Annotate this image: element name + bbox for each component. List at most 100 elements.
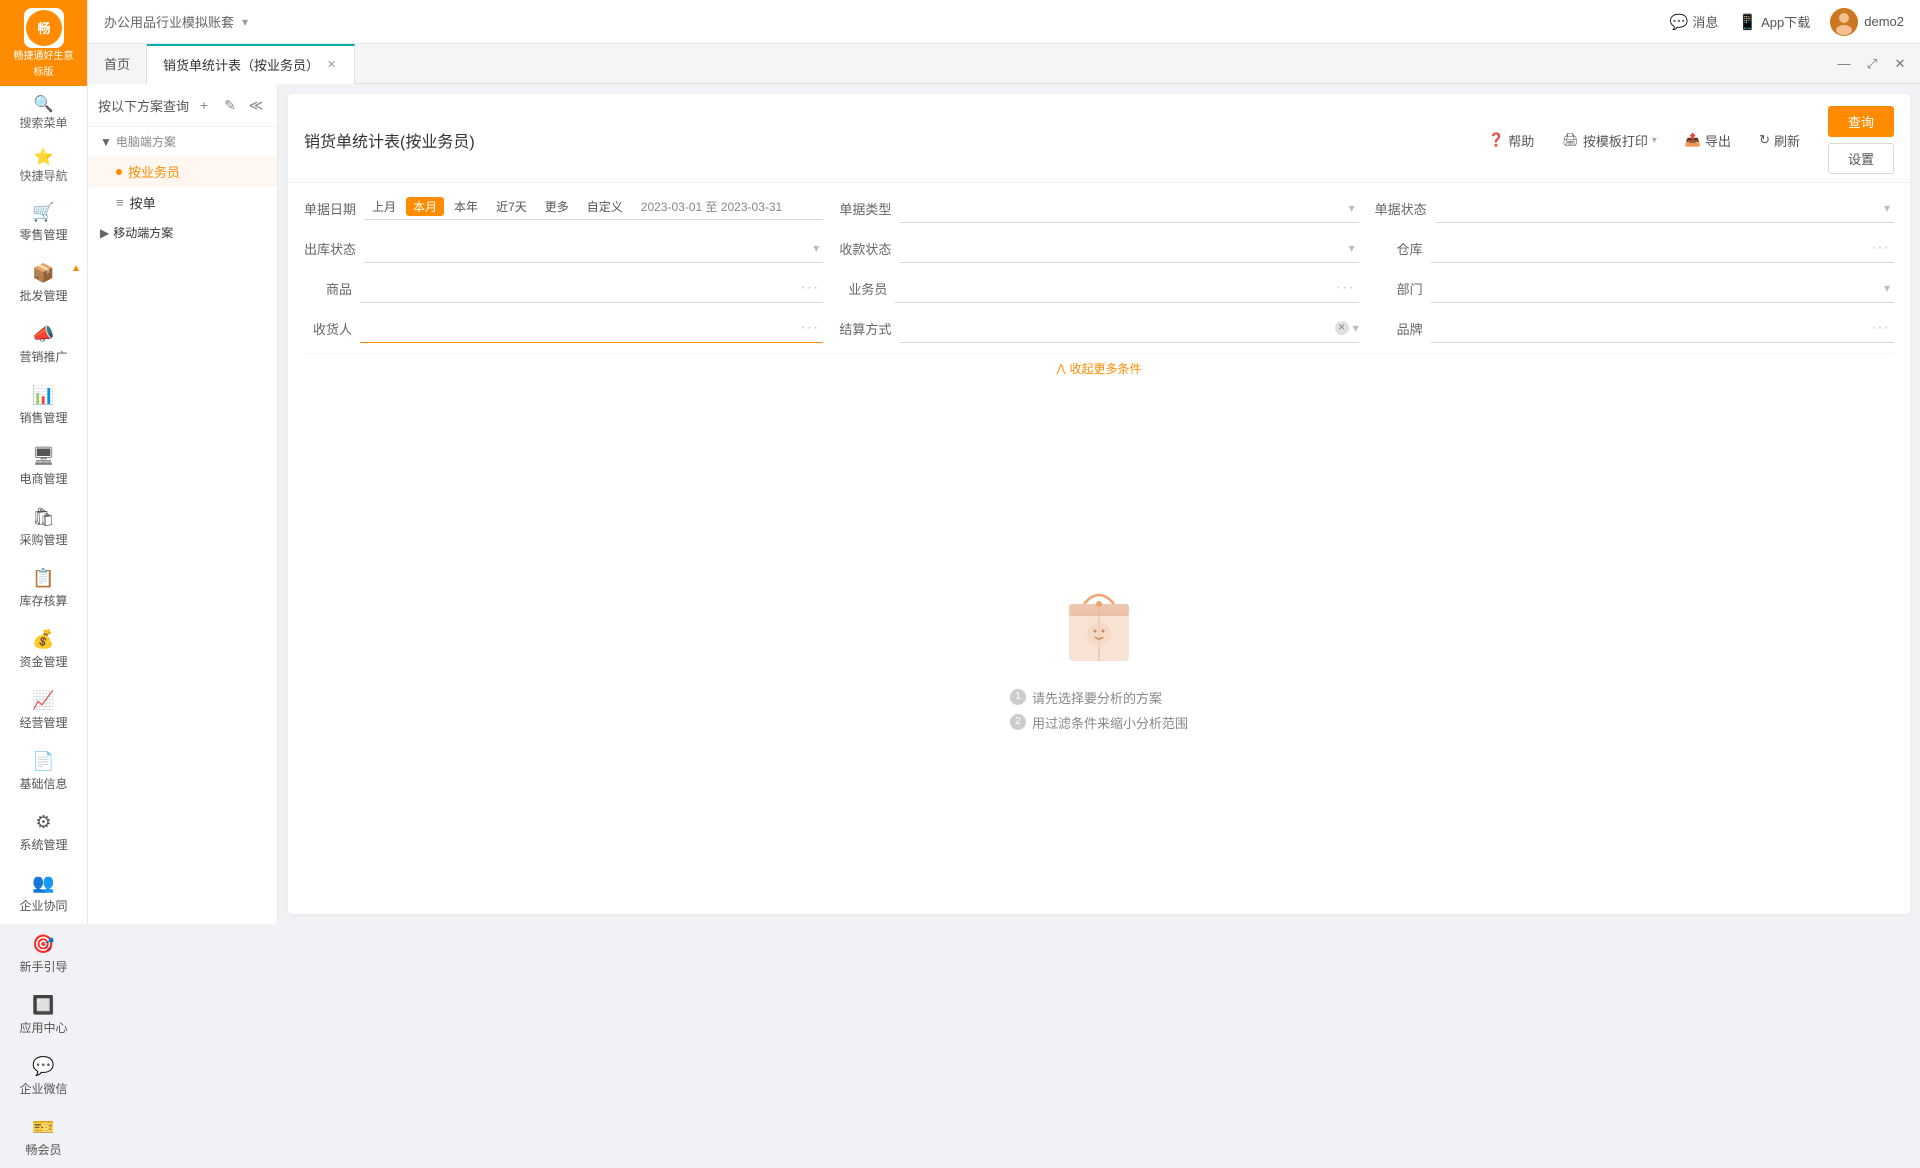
message-button[interactable]: 💬 消息 xyxy=(1670,12,1719,31)
department-dropdown-icon[interactable]: ▾ xyxy=(1884,282,1890,294)
goods-dots-icon[interactable]: ··· xyxy=(800,280,819,296)
tab-maximize-button[interactable]: ⤢ xyxy=(1860,52,1884,76)
logo-icon: 畅 xyxy=(24,8,64,48)
consignee-dots-icon[interactable]: ··· xyxy=(800,320,819,336)
warehouse-dots-icon[interactable]: ··· xyxy=(1871,240,1890,256)
payment-method-input[interactable] xyxy=(899,318,1330,337)
brand-wrapper: ··· xyxy=(1431,313,1894,343)
doc-type-label: 单据类型 xyxy=(839,199,899,218)
user-avatar[interactable]: demo2 xyxy=(1830,8,1904,36)
tree-expand-icon: ▼ xyxy=(100,135,112,149)
date-label: 单据日期 xyxy=(304,199,364,218)
tree-item-label: 按业务员 xyxy=(128,162,180,181)
app-download-button[interactable]: 📱 App下载 xyxy=(1738,12,1810,31)
ecommerce-icon: 🖥 xyxy=(32,446,55,467)
brand-input[interactable] xyxy=(1431,318,1894,337)
marketing-icon: 📣 xyxy=(32,324,54,345)
sidebar-item-shortcut[interactable]: ⭐ 快捷导航 xyxy=(0,139,87,192)
app-subtitle: 标版 xyxy=(34,63,54,78)
sidebar-item-inventory[interactable]: 📋 库存核算 xyxy=(0,558,87,619)
outbound-wrapper: ▾ xyxy=(364,233,823,263)
table-area: 1 请先选择要分析的方案 2 用过滤条件来缩小分析范围 xyxy=(288,393,1910,914)
doc-status-dropdown-icon[interactable]: ▾ xyxy=(1884,202,1890,214)
date-7days-button[interactable]: 近7天 xyxy=(488,196,535,217)
sidebar-item-marketing[interactable]: 📣 营销推广 xyxy=(0,314,87,375)
query-button[interactable]: 查询 xyxy=(1828,106,1894,137)
print-template-button[interactable]: 🖨 按模板打印 ▾ xyxy=(1554,127,1665,154)
sidebar-item-beginner[interactable]: 🎯 新手引导 xyxy=(0,924,87,985)
sidebar-item-purchase[interactable]: 🛍 采购管理 xyxy=(0,497,87,558)
date-custom-button[interactable]: 自定义 xyxy=(579,196,631,217)
sidebar-item-ecommerce[interactable]: 🖥 电商管理 xyxy=(0,436,87,497)
sidebar-item-enterprise[interactable]: 👥 企业协同 xyxy=(0,863,87,924)
app-logo[interactable]: 畅 畅捷通好生意 标版 xyxy=(0,0,87,86)
department-input[interactable] xyxy=(1431,278,1894,297)
tree-item-mobile[interactable]: ▶ 移动端方案 xyxy=(88,218,277,247)
date-this-month-button[interactable]: 本月 xyxy=(406,197,444,216)
warehouse-input[interactable] xyxy=(1431,238,1894,257)
brand-label: 品牌 xyxy=(1375,319,1431,338)
main-container: 办公用品行业模拟账套 ▾ 💬 消息 📱 App下载 demo2 首页 xyxy=(88,0,1920,924)
sidebar-item-wholesale[interactable]: 📦 批发管理 ▲ xyxy=(0,253,87,314)
collapse-icon: ≪ xyxy=(249,97,264,114)
payment-status-dropdown-icon[interactable]: ▾ xyxy=(1349,242,1355,254)
add-icon: + xyxy=(200,97,208,113)
tab-close-all-button[interactable]: ✕ xyxy=(1888,52,1912,76)
tree-item-by-salesperson[interactable]: 按业务员 xyxy=(88,156,277,187)
edit-scheme-button[interactable]: ✎ xyxy=(219,94,241,116)
sidebar-item-retail[interactable]: 🛒 零售管理 xyxy=(0,192,87,253)
date-last-month-button[interactable]: 上月 xyxy=(364,196,404,217)
hint-number-1: 1 xyxy=(1010,689,1026,705)
tab-minimize-button[interactable]: — xyxy=(1832,52,1856,76)
retail-icon: 🛒 xyxy=(32,202,54,223)
sidebar-item-wechat[interactable]: 💬 企业微信 xyxy=(0,1046,87,1107)
workspace-selector[interactable]: 办公用品行业模拟账套 ▾ xyxy=(104,12,248,31)
consignee-input[interactable] xyxy=(360,318,823,337)
tree-item-desktop[interactable]: ▼ 电脑端方案 xyxy=(88,127,277,156)
tree-item-by-order[interactable]: ≡ 按单 xyxy=(88,187,277,218)
date-this-year-button[interactable]: 本年 xyxy=(446,196,486,217)
export-button[interactable]: 📤 导出 xyxy=(1677,127,1739,154)
doc-status-input[interactable] xyxy=(1435,198,1894,217)
date-more-button[interactable]: 更多 xyxy=(537,196,577,217)
content-area: 按以下方案查询 + ✎ ≪ ▼ 电脑端方案 xyxy=(88,84,1920,924)
hint-number-2: 2 xyxy=(1010,714,1026,730)
salesperson-label: 业务员 xyxy=(839,279,895,298)
warehouse-wrapper: ··· xyxy=(1431,233,1894,263)
hint-1: 1 请先选择要分析的方案 xyxy=(1010,688,1188,707)
outbound-input[interactable] xyxy=(364,238,823,257)
member-icon: 🎫 xyxy=(32,1117,54,1138)
doc-type-dropdown-icon[interactable]: ▾ xyxy=(1349,202,1355,214)
filter-section: 单据日期 上月 本月 本年 近7天 更多 自定义 2023-03-01 至 20… xyxy=(288,183,1910,393)
tab-close-icon[interactable]: ✕ xyxy=(325,56,338,73)
sidebar-item-system[interactable]: ⚙ 系统管理 xyxy=(0,802,87,863)
settings-button[interactable]: 设置 xyxy=(1828,143,1894,174)
brand-dots-icon[interactable]: ··· xyxy=(1871,320,1890,336)
payment-status-input[interactable] xyxy=(899,238,1358,257)
refresh-button[interactable]: ↻ 刷新 xyxy=(1751,127,1808,154)
outbound-label: 出库状态 xyxy=(304,239,364,258)
tab-home[interactable]: 首页 xyxy=(88,44,147,84)
sidebar-item-sales[interactable]: 📊 销售管理 xyxy=(0,375,87,436)
sidebar-item-finance[interactable]: 💰 资金管理 xyxy=(0,619,87,680)
salesperson-dots-icon[interactable]: ··· xyxy=(1336,280,1355,296)
sidebar-item-apps[interactable]: 🔲 应用中心 xyxy=(0,985,87,1046)
add-scheme-button[interactable]: + xyxy=(193,94,215,116)
sidebar-item-member[interactable]: 🎫 畅会员 xyxy=(0,1107,87,1168)
sidebar-item-management[interactable]: 📈 经营管理 xyxy=(0,680,87,741)
doc-type-input[interactable] xyxy=(899,198,1358,217)
sidebar-item-search[interactable]: 🔍 搜索菜单 xyxy=(0,86,87,139)
goods-input[interactable] xyxy=(360,278,823,297)
sidebar-item-basic-info[interactable]: 📄 基础信息 xyxy=(0,741,87,802)
salesperson-input[interactable] xyxy=(895,278,1358,297)
outbound-dropdown-icon[interactable]: ▾ xyxy=(813,242,819,254)
payment-method-clear-icon[interactable]: ✕ xyxy=(1335,321,1349,335)
collapse-button[interactable]: ⋀ 收起更多条件 xyxy=(304,353,1894,383)
help-button[interactable]: ❓ 帮助 xyxy=(1480,127,1542,154)
collapse-panel-button[interactable]: ≪ xyxy=(245,94,267,116)
left-panel: 按以下方案查询 + ✎ ≪ ▼ 电脑端方案 xyxy=(88,84,278,924)
main-content: 销货单统计表(按业务员) ❓ 帮助 🖨 按模板打印 ▾ 📤 导出 xyxy=(288,94,1910,914)
payment-method-dropdown-icon[interactable]: ▾ xyxy=(1353,322,1359,334)
header-right: 💬 消息 📱 App下载 demo2 xyxy=(1670,8,1904,36)
tab-sales-stat[interactable]: 销货单统计表（按业务员） ✕ xyxy=(147,44,355,84)
